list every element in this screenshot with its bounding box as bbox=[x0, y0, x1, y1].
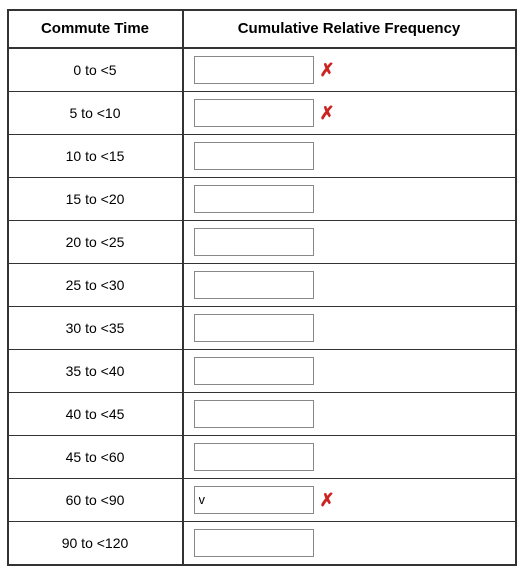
row-label-3: 15 to <20 bbox=[9, 178, 184, 220]
table-row: 0 to <5 ✗ bbox=[9, 49, 515, 92]
row-label-8: 40 to <45 bbox=[9, 393, 184, 435]
row-input-cell-7 bbox=[184, 351, 515, 391]
error-mark-10: ✗ bbox=[320, 491, 335, 509]
table-row: 15 to <20 bbox=[9, 178, 515, 221]
frequency-input-6[interactable] bbox=[194, 314, 314, 342]
row-input-cell-9 bbox=[184, 437, 515, 477]
frequency-input-0[interactable] bbox=[194, 56, 314, 84]
frequency-input-3[interactable] bbox=[194, 185, 314, 213]
row-input-cell-11 bbox=[184, 523, 515, 563]
row-label-9: 45 to <60 bbox=[9, 436, 184, 478]
table-row: 20 to <25 bbox=[9, 221, 515, 264]
table-body: 0 to <5 ✗ 5 to <10 ✗ 10 to <1515 to <2020 to… bbox=[9, 49, 515, 564]
row-label-0: 0 to <5 bbox=[9, 49, 184, 91]
col-header-commute-time: Commute Time bbox=[9, 11, 184, 47]
frequency-input-5[interactable] bbox=[194, 271, 314, 299]
row-input-cell-8 bbox=[184, 394, 515, 434]
frequency-input-7[interactable] bbox=[194, 357, 314, 385]
row-input-cell-5 bbox=[184, 265, 515, 305]
row-input-cell-0: ✗ bbox=[184, 50, 515, 90]
row-label-1: 5 to <10 bbox=[9, 92, 184, 134]
frequency-input-9[interactable] bbox=[194, 443, 314, 471]
frequency-input-1[interactable] bbox=[194, 99, 314, 127]
col-header-frequency: Cumulative Relative Frequency bbox=[184, 11, 515, 47]
row-label-4: 20 to <25 bbox=[9, 221, 184, 263]
table-row: 30 to <35 bbox=[9, 307, 515, 350]
error-mark-0: ✗ bbox=[320, 61, 335, 79]
table-row: 5 to <10 ✗ bbox=[9, 92, 515, 135]
frequency-input-10[interactable] bbox=[194, 486, 314, 514]
row-label-5: 25 to <30 bbox=[9, 264, 184, 306]
row-label-11: 90 to <120 bbox=[9, 522, 184, 564]
commute-frequency-table: Commute Time Cumulative Relative Frequen… bbox=[7, 9, 517, 566]
table-row: 45 to <60 bbox=[9, 436, 515, 479]
row-input-cell-3 bbox=[184, 179, 515, 219]
frequency-input-2[interactable] bbox=[194, 142, 314, 170]
row-input-cell-6 bbox=[184, 308, 515, 348]
table-row: 60 to <90 ✗ bbox=[9, 479, 515, 522]
frequency-input-4[interactable] bbox=[194, 228, 314, 256]
row-input-cell-10: ✗ bbox=[184, 480, 515, 520]
frequency-input-11[interactable] bbox=[194, 529, 314, 557]
row-label-6: 30 to <35 bbox=[9, 307, 184, 349]
table-row: 35 to <40 bbox=[9, 350, 515, 393]
row-input-cell-4 bbox=[184, 222, 515, 262]
table-row: 10 to <15 bbox=[9, 135, 515, 178]
table-row: 40 to <45 bbox=[9, 393, 515, 436]
table-row: 25 to <30 bbox=[9, 264, 515, 307]
error-mark-1: ✗ bbox=[320, 104, 335, 122]
row-label-10: 60 to <90 bbox=[9, 479, 184, 521]
row-input-cell-2 bbox=[184, 136, 515, 176]
row-label-2: 10 to <15 bbox=[9, 135, 184, 177]
frequency-input-8[interactable] bbox=[194, 400, 314, 428]
table-row: 90 to <120 bbox=[9, 522, 515, 564]
table-header: Commute Time Cumulative Relative Frequen… bbox=[9, 11, 515, 49]
row-input-cell-1: ✗ bbox=[184, 93, 515, 133]
row-label-7: 35 to <40 bbox=[9, 350, 184, 392]
